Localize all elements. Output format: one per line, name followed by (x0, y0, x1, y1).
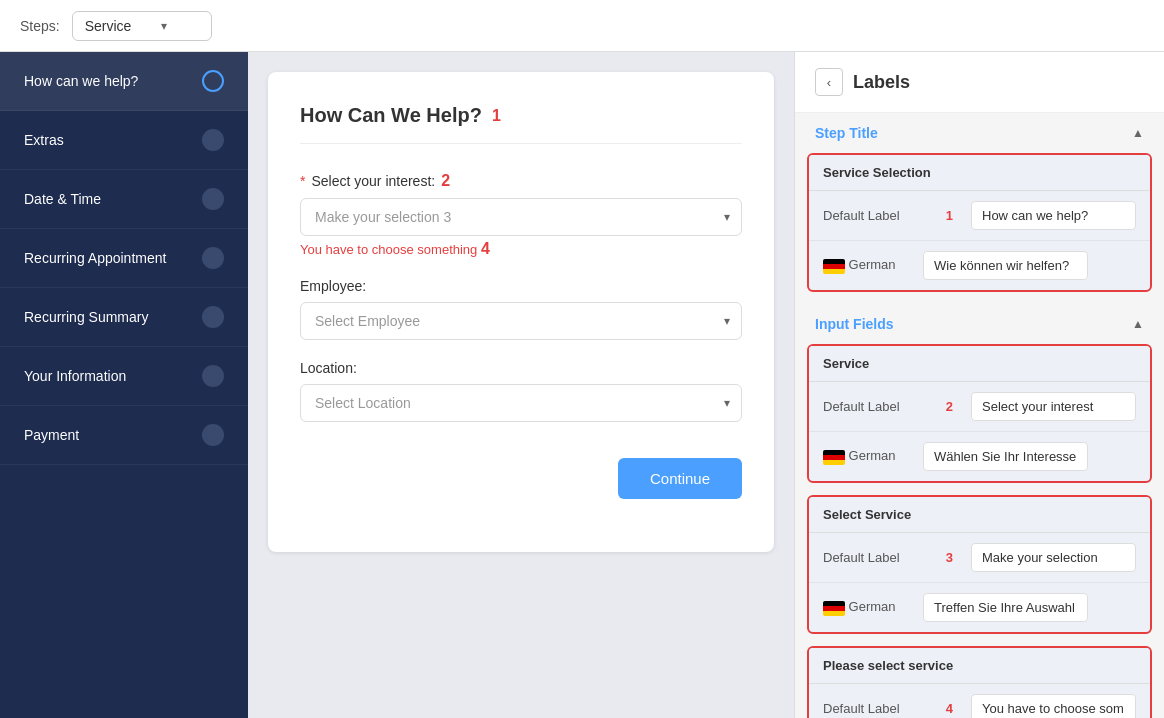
sidebar-item-recurring-appointment[interactable]: Recurring Appointment (0, 229, 248, 288)
form-title: How Can We Help? (300, 104, 482, 127)
interest-error: You have to choose something 4 (300, 240, 742, 258)
label-value: Make your selection (971, 543, 1136, 572)
error-badge: 4 (481, 240, 490, 257)
continue-button[interactable]: Continue (618, 458, 742, 499)
label-row-default: Default Label 2 Select your interest (809, 382, 1150, 432)
employee-select-wrapper: Select Employee ▾ (300, 302, 742, 340)
panel-header: ‹ Labels (795, 52, 1164, 113)
card-title-service: Service (809, 346, 1150, 382)
panel-back-button[interactable]: ‹ (815, 68, 843, 96)
label-row-default: Default Label 4 You have to choose som (809, 684, 1150, 718)
main-layout: How can we help? Extras Date & Time Recu… (0, 52, 1164, 718)
sidebar-item-date-time[interactable]: Date & Time (0, 170, 248, 229)
step-title-label: Step Title (815, 125, 878, 141)
flag-german-icon (823, 601, 845, 616)
label-key: Default Label (823, 701, 913, 716)
interest-group: * Select your interest: 2 Make your sele… (300, 172, 742, 258)
sidebar-icon (202, 129, 224, 151)
flag-german-icon (823, 450, 845, 465)
label-key: Default Label (823, 399, 913, 414)
input-fields-section-header[interactable]: Input Fields ▲ (795, 304, 1164, 344)
form-card: How Can We Help? 1 * Select your interes… (268, 72, 774, 552)
sidebar-item-payment[interactable]: Payment (0, 406, 248, 465)
sidebar-icon (202, 247, 224, 269)
chevron-up-icon: ▲ (1132, 317, 1144, 331)
panel-title: Labels (853, 72, 910, 93)
employee-group: Employee: Select Employee ▾ (300, 278, 742, 340)
badge-2: 2 (946, 399, 953, 414)
interest-select[interactable]: Make your selection 3 (300, 198, 742, 236)
sidebar-item-your-information[interactable]: Your Information (0, 347, 248, 406)
badge-1: 1 (946, 208, 953, 223)
label-key: German (823, 599, 913, 615)
sidebar-icon-active (202, 70, 224, 92)
label-card-service-selection: Service Selection Default Label 1 How ca… (807, 153, 1152, 292)
label-row-german: German Treffen Sie Ihre Auswahl (809, 583, 1150, 632)
sidebar-icon (202, 424, 224, 446)
content-area: How Can We Help? 1 * Select your interes… (248, 52, 794, 718)
flag-german-icon (823, 259, 845, 274)
steps-value: Service (85, 18, 132, 34)
label-row-german: German Wie können wir helfen? (809, 241, 1150, 290)
sidebar-item-extras[interactable]: Extras (0, 111, 248, 170)
top-bar: Steps: Service ▾ (0, 0, 1164, 52)
steps-label: Steps: (20, 18, 60, 34)
sidebar-item-recurring-summary[interactable]: Recurring Summary (0, 288, 248, 347)
card-title-service-selection: Service Selection (809, 155, 1150, 191)
label-card-select-service: Select Service Default Label 3 Make your… (807, 495, 1152, 634)
continue-row: Continue (300, 442, 742, 503)
sidebar-icon (202, 188, 224, 210)
required-star: * (300, 173, 305, 189)
interest-select-wrapper: Make your selection 3 ▾ (300, 198, 742, 236)
interest-label: Select your interest: (311, 173, 435, 189)
input-fields-label: Input Fields (815, 316, 894, 332)
right-panel: ‹ Labels Step Title ▲ Service Selection … (794, 52, 1164, 718)
label-card-service: Service Default Label 2 Select your inte… (807, 344, 1152, 483)
card-title-select-service: Select Service (809, 497, 1150, 533)
label-value: You have to choose som (971, 694, 1136, 718)
label-value-german: Treffen Sie Ihre Auswahl (923, 593, 1088, 622)
chevron-down-icon: ▾ (161, 19, 167, 33)
interest-label-row: * Select your interest: 2 (300, 172, 742, 190)
label-value-german: Wie können wir helfen? (923, 251, 1088, 280)
card-title-please-select-service: Please select service (809, 648, 1150, 684)
label-value: How can we help? (971, 201, 1136, 230)
badge-4: 4 (946, 701, 953, 716)
employee-select[interactable]: Select Employee (300, 302, 742, 340)
label-value-german: Wählen Sie Ihr Interesse (923, 442, 1088, 471)
chevron-up-icon: ▲ (1132, 126, 1144, 140)
sidebar-icon (202, 306, 224, 328)
label-card-please-select-service: Please select service Default Label 4 Yo… (807, 646, 1152, 718)
sidebar-icon (202, 365, 224, 387)
label-key: Default Label (823, 208, 913, 223)
location-group: Location: Select Location ▾ (300, 360, 742, 422)
label-row-default: Default Label 3 Make your selection (809, 533, 1150, 583)
employee-label: Employee: (300, 278, 742, 294)
label-value: Select your interest (971, 392, 1136, 421)
sidebar: How can we help? Extras Date & Time Recu… (0, 52, 248, 718)
form-title-badge: 1 (492, 107, 501, 125)
steps-dropdown[interactable]: Service ▾ (72, 11, 212, 41)
location-label: Location: (300, 360, 742, 376)
label-key: German (823, 257, 913, 273)
interest-badge: 2 (441, 172, 450, 190)
location-select-wrapper: Select Location ▾ (300, 384, 742, 422)
label-key: Default Label (823, 550, 913, 565)
label-row-german: German Wählen Sie Ihr Interesse (809, 432, 1150, 481)
label-key: German (823, 448, 913, 464)
sidebar-item-how-can-we-help[interactable]: How can we help? (0, 52, 248, 111)
label-row-default: Default Label 1 How can we help? (809, 191, 1150, 241)
form-title-row: How Can We Help? 1 (300, 104, 742, 144)
location-select[interactable]: Select Location (300, 384, 742, 422)
step-title-section-header[interactable]: Step Title ▲ (795, 113, 1164, 153)
badge-3: 3 (946, 550, 953, 565)
